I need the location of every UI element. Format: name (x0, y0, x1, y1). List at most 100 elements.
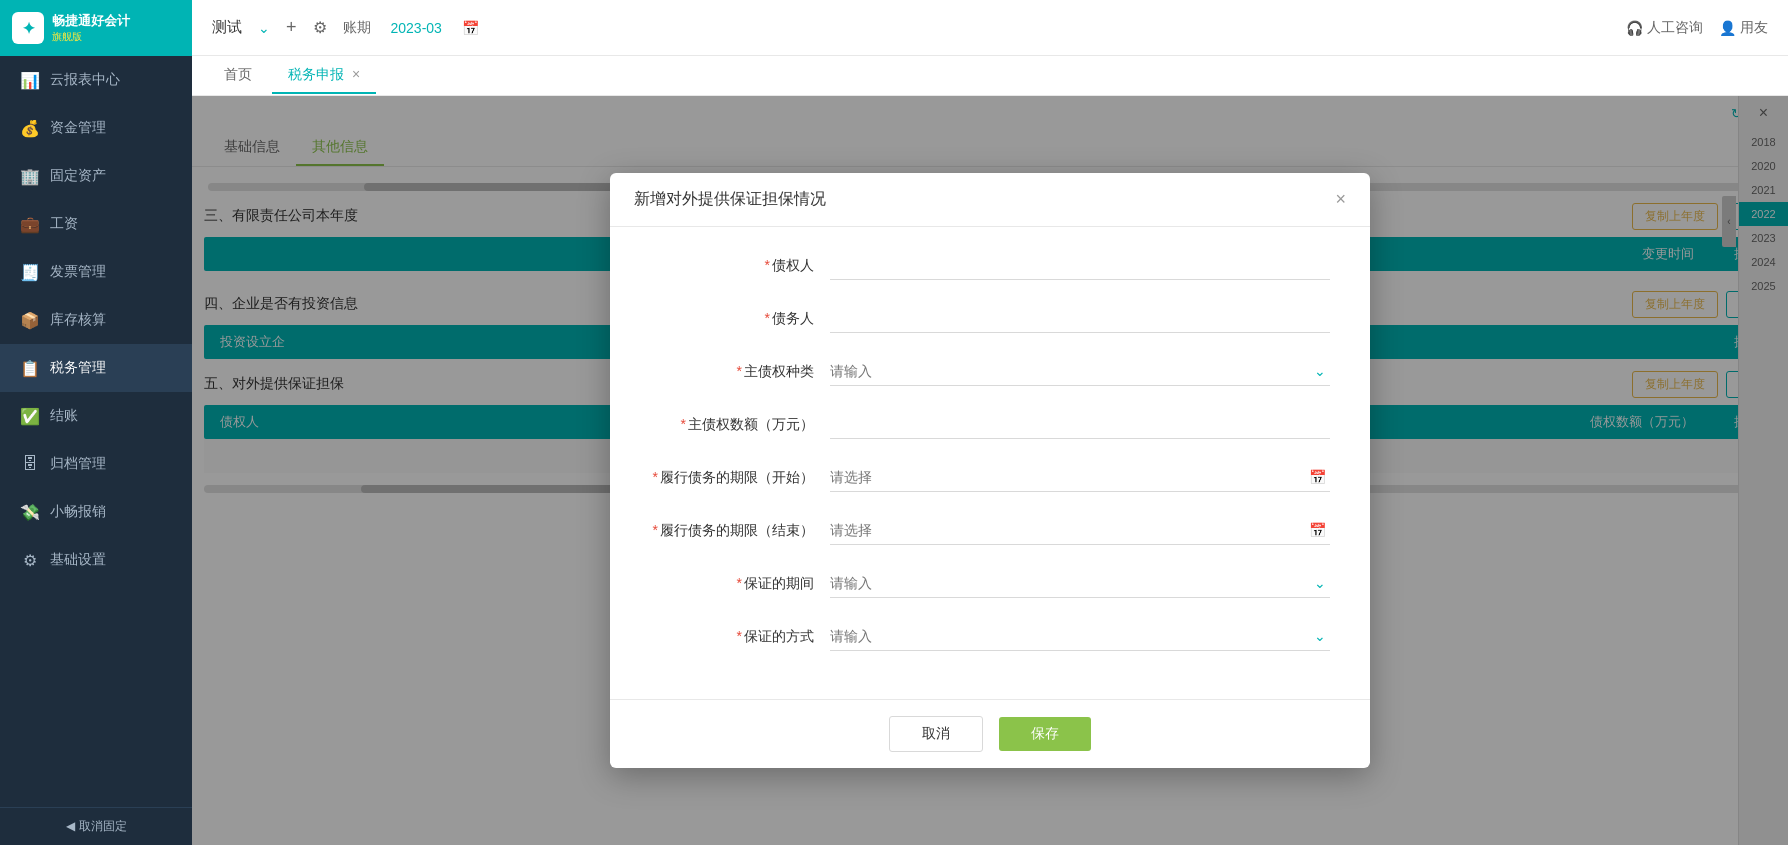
archive-icon: 🗄 (20, 454, 40, 474)
company-dropdown-icon[interactable]: ⌄ (258, 20, 270, 36)
form-label-obligation_end: *履行债务的期限（结束） (650, 522, 830, 540)
form-input-debtor[interactable] (830, 304, 1330, 333)
form-date-obligation_start[interactable] (830, 463, 1330, 491)
required-mark: * (737, 628, 742, 644)
modal-header: 新增对外提供保证担保情况 × (610, 173, 1370, 227)
form-label-creditor: *债权人 (650, 257, 830, 275)
chevron-down-icon-guarantee_period[interactable]: ⌄ (1314, 575, 1326, 591)
required-mark: * (681, 416, 686, 432)
sidebar-item-inventory[interactable]: 📦 库存核算 (0, 296, 192, 344)
sidebar-nav: 📊 云报表中心 💰资金管理🏢固定资产 💼 工资 🧾 发票管理 📦 库存核算 📋 税务管理 ✅ 结账 🗄 归档… (0, 56, 192, 807)
modal-close-button[interactable]: × (1335, 189, 1346, 210)
logo-icon: ✦ (12, 12, 44, 44)
form-row-creditor_type: *主债权种类 ⌄ (650, 357, 1330, 386)
sidebar-item-salary[interactable]: 💼 工资 (0, 200, 192, 248)
calendar-icon-obligation_start[interactable]: 📅 (1309, 469, 1326, 485)
required-mark: * (653, 469, 658, 485)
form-select-creditor_type[interactable] (830, 357, 1330, 385)
form-label-creditor_type: *主债权种类 (650, 363, 830, 381)
period-value: 2023-03 (391, 20, 442, 36)
sidebar-item-expense[interactable]: 💸 小畅报销 (0, 488, 192, 536)
form-date-obligation_end[interactable] (830, 516, 1330, 544)
sidebar-label-archive: 归档管理 (50, 455, 106, 473)
required-mark: * (653, 522, 658, 538)
form-input-creditor_amount[interactable] (830, 410, 1330, 439)
form-label-guarantee_period: *保证的期间 (650, 575, 830, 593)
add-button[interactable]: + (286, 17, 297, 38)
sidebar-item-checkout[interactable]: ✅ 结账 (0, 392, 192, 440)
sidebar-item-assets[interactable]: 🏢固定资产 (0, 152, 192, 200)
sidebar-unpin[interactable]: ◀取消固定 (0, 807, 192, 845)
main-area: 测试 ⌄ + ⚙ 账期 2023-03 📅 🎧 人工咨询 👤 用友 首页 (192, 0, 1788, 845)
finance-icon: 💰 (20, 118, 40, 138)
form-row-creditor: *债权人 (650, 251, 1330, 280)
topbar: 测试 ⌄ + ⚙ 账期 2023-03 📅 🎧 人工咨询 👤 用友 (192, 0, 1788, 56)
sidebar-label-assets: 固定资产 (50, 167, 106, 185)
form-row-obligation_start: *履行债务的期限（开始）📅 (650, 463, 1330, 492)
tab-close-icon[interactable]: × (352, 66, 360, 82)
sidebar-label-salary: 工资 (50, 215, 78, 233)
invoice-icon: 🧾 (20, 262, 40, 282)
cancel-button[interactable]: 取消 (889, 716, 983, 752)
modal-title: 新增对外提供保证担保情况 (634, 189, 826, 210)
sidebar-item-reports[interactable]: 📊 云报表中心 (0, 56, 192, 104)
form-input-wrap-creditor (830, 251, 1330, 280)
required-mark: * (737, 575, 742, 591)
sidebar-item-tax[interactable]: 📋 税务管理 (0, 344, 192, 392)
chevron-down-icon-creditor_type[interactable]: ⌄ (1314, 363, 1326, 379)
tab-home[interactable]: 首页 (208, 58, 268, 94)
calendar-icon-obligation_end[interactable]: 📅 (1309, 522, 1326, 538)
modal-dialog: 新增对外提供保证担保情况 × *债权人 *债务人 *主债权种类 ⌄ *主债权数额（万元）… (610, 173, 1370, 768)
sidebar-item-finance[interactable]: 💰资金管理 (0, 104, 192, 152)
form-label-debtor: *债务人 (650, 310, 830, 328)
period-label: 账期 (343, 19, 371, 37)
settings-icon[interactable]: ⚙ (313, 18, 327, 37)
reports-icon: 📊 (20, 70, 40, 90)
tab-taxreport[interactable]: 税务申报 × (272, 58, 376, 94)
form-label-guarantee_method: *保证的方式 (650, 628, 830, 646)
sidebar-item-settings[interactable]: ⚙基础设置 (0, 536, 192, 584)
form-label-creditor_amount: *主债权数额（万元） (650, 416, 830, 434)
logo-text: 畅捷通好会计 旗舰版 (52, 12, 130, 44)
sidebar-label-tax: 税务管理 (50, 359, 106, 377)
form-input-wrap-debtor (830, 304, 1330, 333)
form-select-wrap-guarantee_method: ⌄ (830, 622, 1330, 651)
topbar-right: 🎧 人工咨询 👤 用友 (1626, 19, 1768, 37)
form-input-creditor[interactable] (830, 251, 1330, 280)
form-row-guarantee_method: *保证的方式 ⌄ (650, 622, 1330, 651)
sidebar-label-inventory: 库存核算 (50, 311, 106, 329)
form-row-obligation_end: *履行债务的期限（结束） 📅 (650, 516, 1330, 545)
settings-icon: ⚙ (20, 550, 40, 570)
modal-form: *债权人 *债务人 *主债权种类 ⌄ *主债权数额（万元） *履行债务的期限（开始）📅 *履… (650, 251, 1330, 651)
calendar-icon[interactable]: 📅 (462, 20, 479, 36)
inventory-icon: 📦 (20, 310, 40, 330)
modal-overlay: 新增对外提供保证担保情况 × *债权人 *债务人 *主债权种类 ⌄ *主债权数额（万元）… (192, 96, 1788, 845)
page-content: ↻ 刷新 基础信息 其他信息 (192, 96, 1788, 845)
sidebar-label-reports: 云报表中心 (50, 71, 120, 89)
sidebar-item-archive[interactable]: 🗄 归档管理 (0, 440, 192, 488)
tax-icon: 📋 (20, 358, 40, 378)
save-button[interactable]: 保存 (999, 717, 1091, 751)
user-button[interactable]: 👤 用友 (1719, 19, 1768, 37)
chevron-down-icon-guarantee_method[interactable]: ⌄ (1314, 628, 1326, 644)
expense-icon: 💸 (20, 502, 40, 522)
required-mark: * (737, 363, 742, 379)
form-select-guarantee_method[interactable] (830, 622, 1330, 650)
content-tabs: 首页 税务申报 × (192, 56, 1788, 96)
salary-icon: 💼 (20, 214, 40, 234)
form-input-wrap-creditor_amount (830, 410, 1330, 439)
checkout-icon: ✅ (20, 406, 40, 426)
sidebar-label-expense: 小畅报销 (50, 503, 106, 521)
service-button[interactable]: 🎧 人工咨询 (1626, 19, 1703, 37)
sidebar-label-invoice: 发票管理 (50, 263, 106, 281)
modal-body: *债权人 *债务人 *主债权种类 ⌄ *主债权数额（万元） *履行债务的期限（开始）📅 *履… (610, 227, 1370, 699)
sidebar-item-invoice[interactable]: 🧾 发票管理 (0, 248, 192, 296)
form-select-guarantee_period[interactable] (830, 569, 1330, 597)
sidebar-label-checkout: 结账 (50, 407, 78, 425)
required-mark: * (765, 257, 770, 273)
company-name: 测试 (212, 18, 242, 37)
form-row-guarantee_period: *保证的期间 ⌄ (650, 569, 1330, 598)
logo: ✦ 畅捷通好会计 旗舰版 (0, 0, 192, 56)
headset-icon: 🎧 (1626, 20, 1643, 36)
user-icon: 👤 (1719, 20, 1736, 36)
